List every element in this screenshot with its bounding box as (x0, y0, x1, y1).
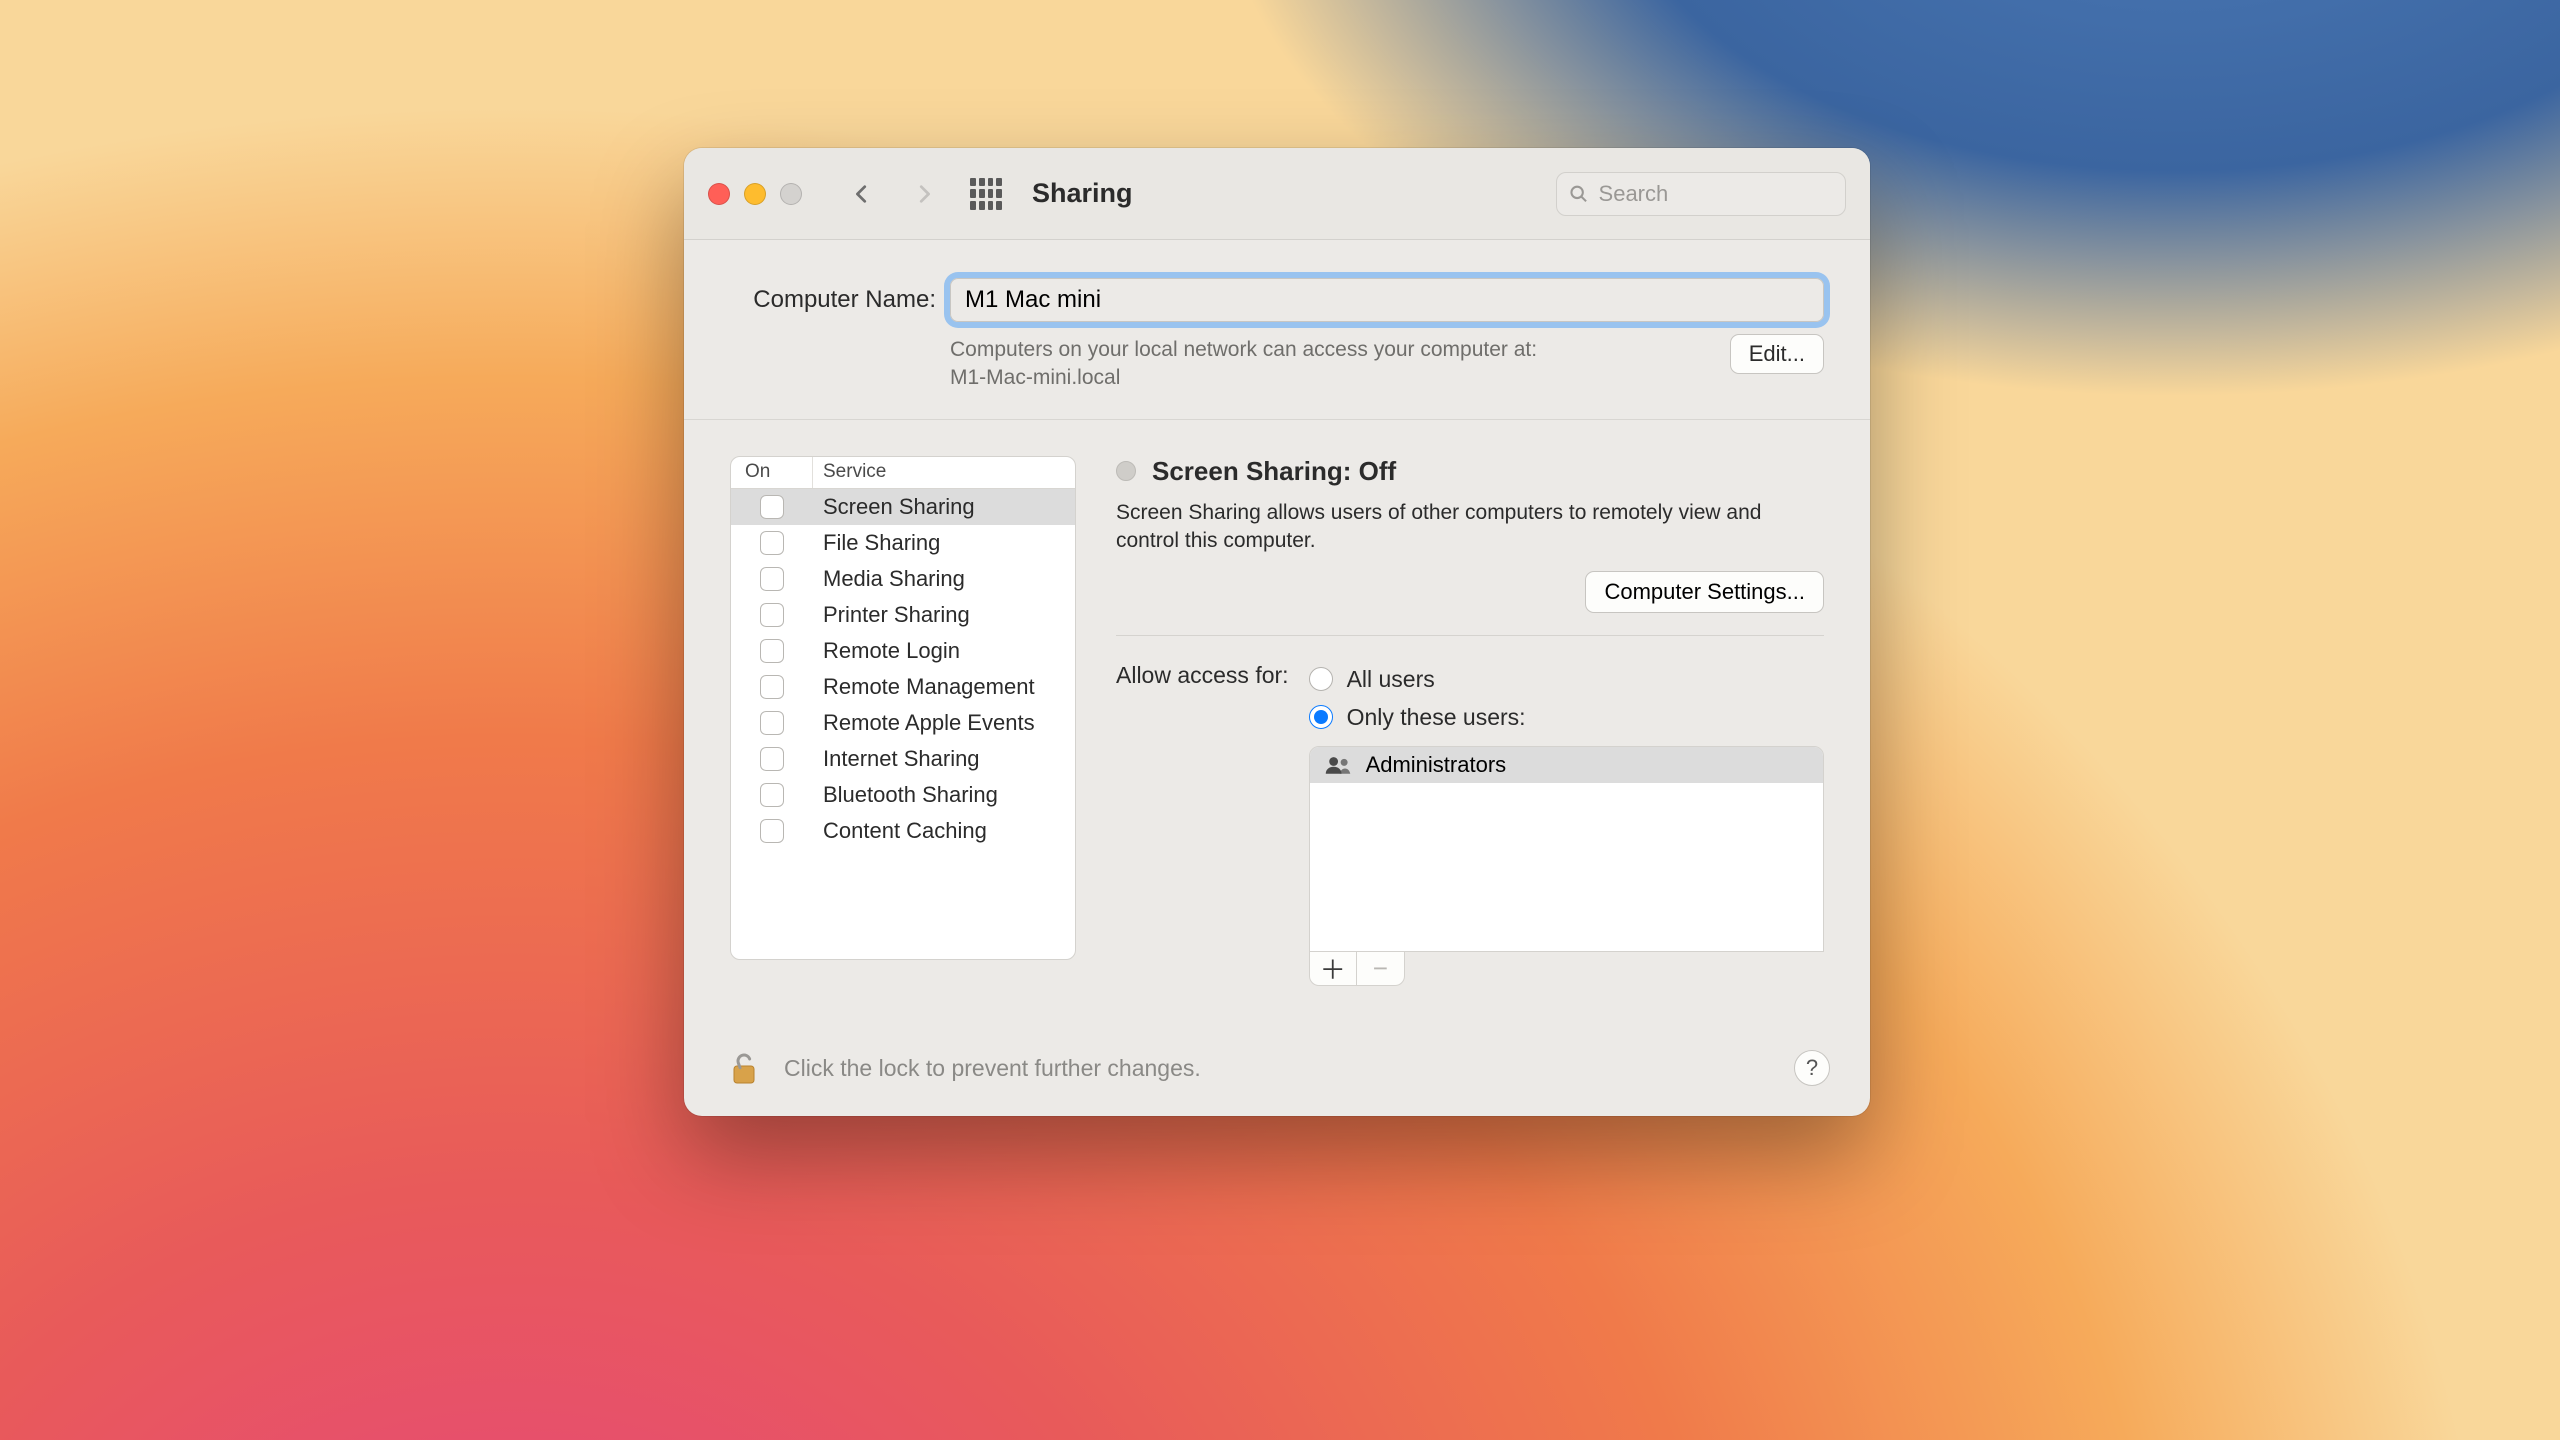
service-row[interactable]: Remote Login (731, 633, 1075, 669)
edit-hostname-button[interactable]: Edit... (1730, 334, 1824, 374)
service-checkbox[interactable] (760, 531, 784, 555)
grid-icon (970, 178, 1002, 210)
service-checkbox[interactable] (760, 495, 784, 519)
lock-icon[interactable] (724, 1048, 764, 1088)
header-service: Service (813, 457, 1075, 488)
search-icon (1569, 183, 1589, 205)
search-input[interactable] (1599, 181, 1833, 207)
pane-title: Sharing (1032, 178, 1133, 209)
status-title: Screen Sharing: Off (1152, 456, 1396, 487)
service-row[interactable]: Remote Apple Events (731, 705, 1075, 741)
service-label: Remote Apple Events (813, 710, 1075, 736)
status-row: Screen Sharing: Off (1116, 456, 1824, 487)
service-checkbox[interactable] (760, 675, 784, 699)
lock-hint-text: Click the lock to prevent further change… (784, 1055, 1201, 1082)
service-label: Printer Sharing (813, 602, 1075, 628)
forward-button[interactable] (902, 172, 946, 216)
access-section: Allow access for: All users Only these u… (1116, 660, 1824, 986)
service-row[interactable]: Bluetooth Sharing (731, 777, 1075, 813)
close-window-button[interactable] (708, 183, 730, 205)
computer-name-field[interactable] (950, 278, 1824, 322)
service-row[interactable]: Content Caching (731, 813, 1075, 849)
desktop-wallpaper: Sharing Computer Name: Computers on your… (0, 0, 2560, 1440)
service-row[interactable]: Remote Management (731, 669, 1075, 705)
radio-only-these-users-label: Only these users: (1347, 704, 1526, 731)
radio-icon (1309, 705, 1333, 729)
window-toolbar: Sharing (684, 148, 1870, 240)
computer-name-label: Computer Name: (730, 286, 936, 314)
divider (1116, 635, 1824, 636)
access-label: Allow access for: (1116, 660, 1289, 986)
service-label: Internet Sharing (813, 746, 1075, 772)
window-traffic-lights (708, 183, 802, 205)
service-row[interactable]: Screen Sharing (731, 489, 1075, 525)
service-label: Bluetooth Sharing (813, 782, 1075, 808)
service-checkbox[interactable] (760, 567, 784, 591)
minimize-window-button[interactable] (744, 183, 766, 205)
allowed-users-list[interactable]: Administrators (1309, 746, 1824, 952)
users-group-icon (1324, 755, 1352, 775)
service-checkbox[interactable] (760, 819, 784, 843)
add-user-button[interactable]: ＋ (1310, 952, 1357, 985)
service-checkbox[interactable] (760, 747, 784, 771)
service-checkbox[interactable] (760, 711, 784, 735)
services-header: On Service (731, 457, 1075, 489)
service-checkbox[interactable] (760, 783, 784, 807)
user-name: Administrators (1366, 752, 1507, 778)
main-content: On Service Screen Sharing File Sharing Med… (684, 420, 1870, 1020)
computer-name-input[interactable] (965, 286, 1809, 314)
header-on: On (731, 457, 813, 488)
remove-user-button[interactable]: − (1356, 952, 1404, 985)
help-button[interactable]: ? (1794, 1050, 1830, 1086)
footer: Click the lock to prevent further change… (684, 1020, 1870, 1116)
service-checkbox[interactable] (760, 639, 784, 663)
service-label: Media Sharing (813, 566, 1075, 592)
radio-all-users[interactable]: All users (1309, 660, 1824, 698)
service-row[interactable]: Printer Sharing (731, 597, 1075, 633)
back-button[interactable] (840, 172, 884, 216)
search-field[interactable] (1556, 172, 1846, 216)
radio-icon (1309, 667, 1333, 691)
sharing-preferences-window: Sharing Computer Name: Computers on your… (684, 148, 1870, 1116)
service-row[interactable]: File Sharing (731, 525, 1075, 561)
user-row[interactable]: Administrators (1310, 747, 1823, 783)
computer-name-hint: Computers on your local network can acce… (950, 336, 1730, 393)
service-label: Screen Sharing (813, 494, 1075, 520)
service-description: Screen Sharing allows users of other com… (1116, 499, 1824, 556)
service-detail: Screen Sharing: Off Screen Sharing allow… (1116, 456, 1824, 996)
service-label: File Sharing (813, 530, 1075, 556)
service-label: Content Caching (813, 818, 1075, 844)
radio-only-these-users[interactable]: Only these users: (1309, 698, 1824, 736)
service-label: Remote Management (813, 674, 1075, 700)
service-row[interactable]: Media Sharing (731, 561, 1075, 597)
service-checkbox[interactable] (760, 603, 784, 627)
service-label: Remote Login (813, 638, 1075, 664)
zoom-window-button[interactable] (780, 183, 802, 205)
services-table[interactable]: On Service Screen Sharing File Sharing Med… (730, 456, 1076, 960)
show-all-preferences-button[interactable] (964, 172, 1008, 216)
computer-name-section: Computer Name: Computers on your local n… (684, 240, 1870, 420)
status-indicator-icon (1116, 461, 1136, 481)
user-list-controls: ＋ − (1309, 952, 1405, 986)
radio-all-users-label: All users (1347, 666, 1435, 693)
service-row[interactable]: Internet Sharing (731, 741, 1075, 777)
computer-settings-button[interactable]: Computer Settings... (1585, 571, 1824, 613)
